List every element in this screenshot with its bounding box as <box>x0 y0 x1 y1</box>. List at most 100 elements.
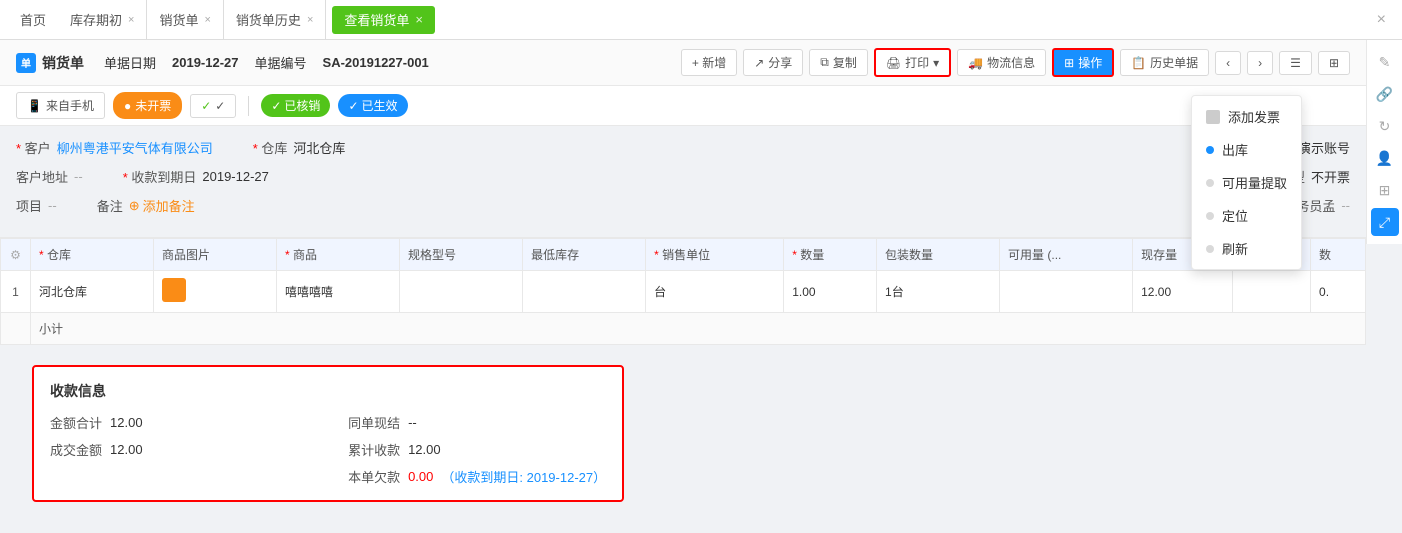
transaction-amount-label: 成交金额 <box>50 440 102 459</box>
toolbar-separator <box>248 96 249 116</box>
refresh-label: 刷新 <box>1222 239 1248 258</box>
warehouse-col-header: 仓库 <box>31 239 154 271</box>
warehouse-label: 仓库 <box>253 138 288 157</box>
locate-label: 定位 <box>1222 206 1248 225</box>
right-sidebar: ✎ 🔗 ↻ 👤 ⊞ ⤢ <box>1366 40 1402 244</box>
dropdown-add-invoice[interactable]: 添加发票 <box>1192 100 1301 133</box>
sales-unit-col-header: 销售单位 <box>646 239 784 271</box>
form-section: 客户 柳州粤港平安气体有限公司 仓库 河北仓库 业务员 演示账号 客户地址 -- <box>0 126 1366 238</box>
sidebar-refresh-icon[interactable]: ↻ <box>1371 112 1399 140</box>
project-value: -- <box>48 198 57 213</box>
project-label: 项目 <box>16 196 42 215</box>
tab-bar: 首页 库存期初 × 销货单 × 销货单历史 × 查看销货单 × × <box>0 0 1402 40</box>
history-label: 历史单据 <box>1150 54 1198 71</box>
tab-check-sales[interactable]: 查看销货单 × <box>332 6 435 34</box>
payment-title: 收款信息 <box>50 381 606 401</box>
tab-inventory-init[interactable]: 库存期初 × <box>58 0 147 39</box>
sidebar-link-icon[interactable]: 🔗 <box>1371 80 1399 108</box>
copy-button[interactable]: ⧉ 复制 <box>809 49 868 76</box>
due-date-field: 收款到期日 2019-12-27 <box>123 167 269 186</box>
customer-value[interactable]: 柳州粤港平安气体有限公司 <box>57 138 213 157</box>
view-grid-button[interactable]: ⊞ <box>1318 51 1350 75</box>
address-value: -- <box>74 169 83 184</box>
due-date-value: 2019-12-27 <box>202 169 269 184</box>
row-num-1: 1 <box>1 271 31 313</box>
payment-section: 收款信息 金额合计 12.00 同单现结 -- 成交金额 12.00 <box>32 365 624 502</box>
voided-check-icon: ✓ <box>271 99 281 113</box>
already-voided-badge: ✓ 已核销 <box>261 94 330 117</box>
form-row-3: 项目 -- 备注 ⊕ 添加备注 业务员孟 -- <box>16 196 1350 215</box>
settings-col-header[interactable]: ⚙ <box>1 239 31 271</box>
row-sales-unit-1: 台 <box>646 271 784 313</box>
dropdown-refresh[interactable]: 刷新 <box>1192 232 1301 265</box>
nav-prev-button[interactable]: ‹ <box>1215 51 1241 75</box>
same-order-value: -- <box>408 415 417 430</box>
address-label: 客户地址 <box>16 167 68 186</box>
window-close-button[interactable]: × <box>1369 11 1394 29</box>
tab-sales-order[interactable]: 销货单 × <box>147 0 223 39</box>
form-row-1: 客户 柳州粤港平安气体有限公司 仓库 河北仓库 业务员 演示账号 <box>16 138 1350 157</box>
tab-home[interactable]: 首页 <box>8 0 58 39</box>
doc-number-value: SA-20191227-001 <box>323 55 429 70</box>
doc-type-title: 单 销货单 <box>16 53 84 73</box>
copy-icon: ⧉ <box>820 55 829 70</box>
from-phone-button[interactable]: 📱 来自手机 <box>16 92 105 119</box>
check-button[interactable]: ✓ ✓ <box>190 94 236 118</box>
empty-cell <box>50 467 308 486</box>
operations-button[interactable]: ⊞ 操作 <box>1052 48 1114 77</box>
same-order-row: 同单现结 -- <box>348 413 606 432</box>
due-date-label: 收款到期日 <box>123 167 197 186</box>
tab-inventory-init-label: 库存期初 <box>70 10 122 29</box>
nav-next-button[interactable]: › <box>1247 51 1273 75</box>
total-amount-value: 12.00 <box>110 415 143 430</box>
tab-inventory-init-close[interactable]: × <box>128 14 134 26</box>
available-col-header: 可用量 (... <box>1000 239 1133 271</box>
cumulative-row: 累计收款 12.00 <box>348 440 606 459</box>
view-list-button[interactable]: ☰ <box>1279 51 1312 75</box>
already-voided-label: 已核销 <box>284 97 320 114</box>
tab-check-sales-close[interactable]: × <box>415 12 423 27</box>
add-note-button[interactable]: ⊕ 添加备注 <box>129 196 195 215</box>
transaction-amount-value: 12.00 <box>110 442 143 457</box>
home-label: 首页 <box>20 10 46 29</box>
subtotal-row: 小计 <box>1 313 1366 345</box>
due-note: （收款到期日: 2019-12-27） <box>441 467 606 486</box>
not-opened-button[interactable]: ● 未开票 <box>113 92 182 119</box>
history-button[interactable]: 📋 历史单据 <box>1120 49 1209 76</box>
copy-label: 复制 <box>833 54 857 71</box>
row-spec-1 <box>400 271 523 313</box>
dropdown-locate[interactable]: 定位 <box>1192 199 1301 232</box>
row-product-img-1 <box>154 271 277 313</box>
phone-icon: 📱 <box>27 99 42 113</box>
share-button[interactable]: ↗ 分享 <box>743 49 803 76</box>
sidebar-expand-icon[interactable]: ⤢ <box>1371 208 1399 236</box>
already-effective-badge: ✓ 已生效 <box>338 94 407 117</box>
row-amount-1: 0. <box>1311 271 1366 313</box>
share-label: 分享 <box>768 54 792 71</box>
tab-check-sales-label: 查看销货单 <box>344 10 409 29</box>
doc-type-label: 销货单 <box>42 53 84 73</box>
row-product-1: 嘻嘻嘻嘻 <box>277 271 400 313</box>
sidebar-edit-icon[interactable]: ✎ <box>1371 48 1399 76</box>
sidebar-grid-icon[interactable]: ⊞ <box>1371 176 1399 204</box>
sidebar-user-icon[interactable]: 👤 <box>1371 144 1399 172</box>
same-order-label: 同单现结 <box>348 413 400 432</box>
new-button[interactable]: + 新增 <box>681 49 737 76</box>
print-button[interactable]: 🖨 打印 ▾ <box>874 48 951 77</box>
warehouse-value: 河北仓库 <box>293 138 345 157</box>
subtotal-settings <box>1 313 31 345</box>
dropdown-outbound[interactable]: 出库 <box>1192 133 1301 166</box>
tab-sales-order-close[interactable]: × <box>204 14 210 26</box>
check-icon: ✓ <box>201 99 211 113</box>
note-field: 备注 ⊕ 添加备注 <box>97 196 195 215</box>
operations-dropdown-menu: 添加发票 出库 可用量提取 定位 刷新 <box>1191 95 1302 270</box>
tab-sales-history-close[interactable]: × <box>307 14 313 26</box>
total-amount-label: 金额合计 <box>50 413 102 432</box>
pack-qty-col-header: 包装数量 <box>877 239 1000 271</box>
check-label: ✓ <box>215 99 225 113</box>
tab-sales-history[interactable]: 销货单历史 × <box>224 0 326 39</box>
dropdown-available-qty[interactable]: 可用量提取 <box>1192 166 1301 199</box>
logistics-button[interactable]: 🚚 物流信息 <box>957 49 1046 76</box>
operations-icon: ⊞ <box>1064 56 1074 70</box>
doc-header: 单 销货单 单据日期 2019-12-27 单据编号 SA-20191227-0… <box>0 40 1366 86</box>
